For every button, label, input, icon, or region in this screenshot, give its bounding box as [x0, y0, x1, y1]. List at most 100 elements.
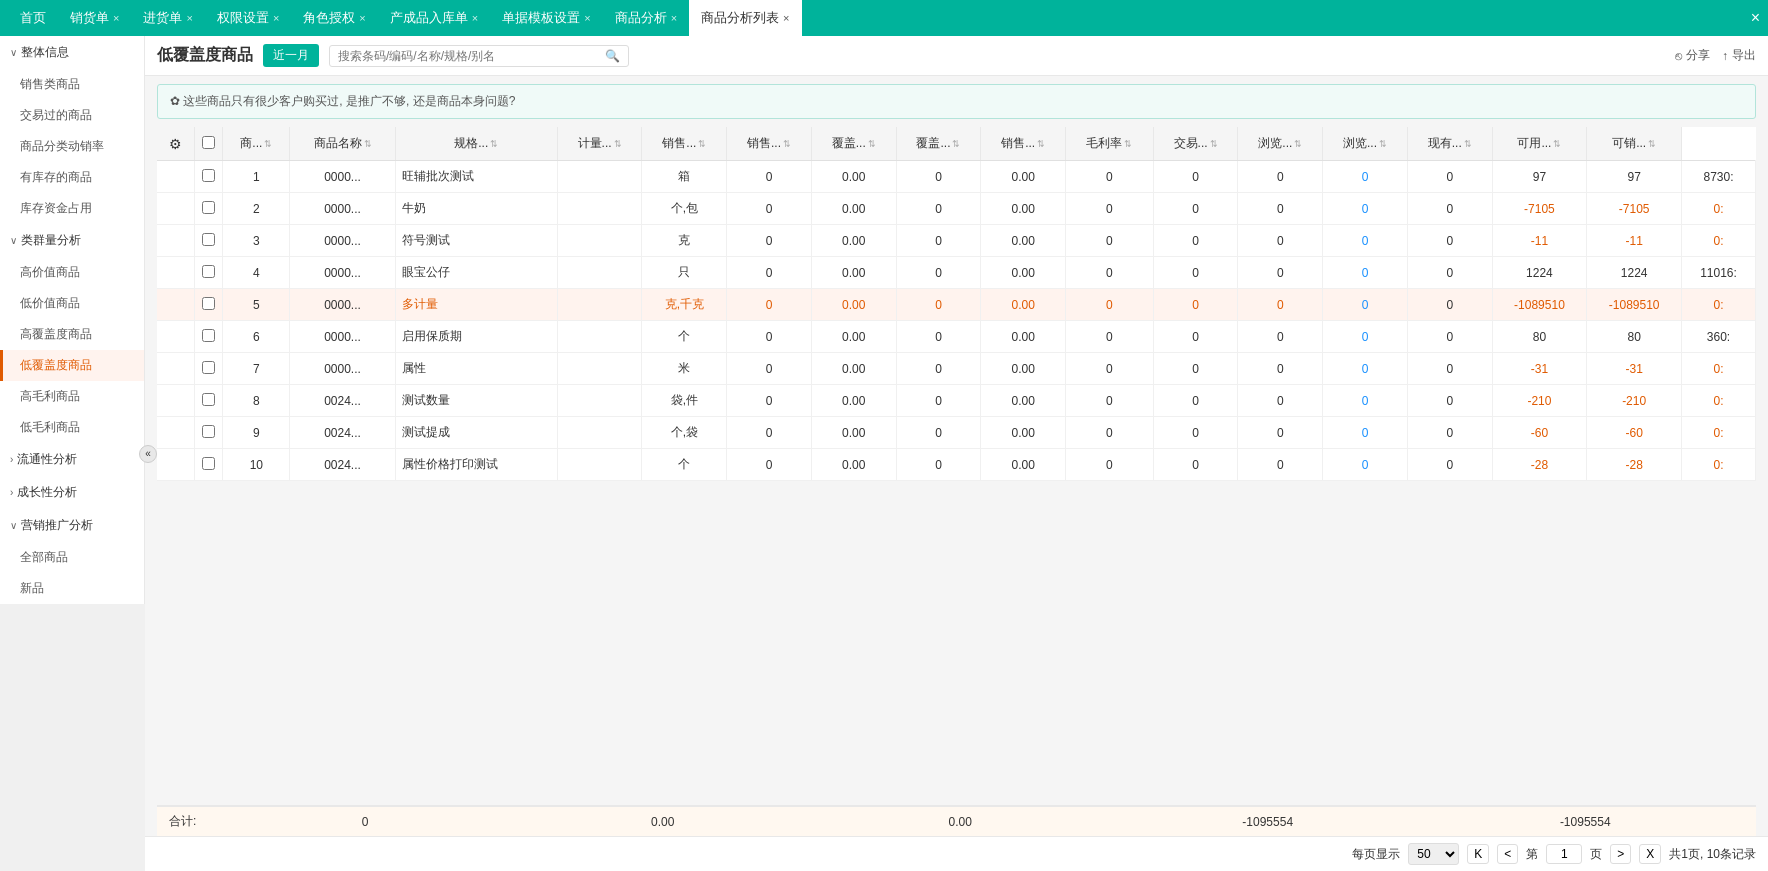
nav-item-role[interactable]: 角色授权 ×	[291, 0, 377, 36]
nav-close-production[interactable]: ×	[472, 12, 478, 24]
row-select-checkbox[interactable]	[202, 169, 215, 182]
row-view1[interactable]: 0	[1323, 321, 1408, 353]
row-view1[interactable]: 0	[1323, 449, 1408, 481]
row-select-checkbox[interactable]	[202, 361, 215, 374]
row-checkbox[interactable]	[195, 225, 223, 257]
col-sale-avail[interactable]: 可销...⇅	[1587, 127, 1682, 161]
row-name[interactable]: 启用保质期	[395, 321, 557, 353]
sidebar-collapse-button[interactable]: «	[139, 445, 157, 463]
col-spec[interactable]: 规格...⇅	[395, 127, 557, 161]
sidebar-item-new-goods[interactable]: 新品	[0, 573, 144, 604]
row-select-checkbox[interactable]	[202, 393, 215, 406]
sidebar-item-capital[interactable]: 库存资金占用	[0, 193, 144, 224]
row-checkbox[interactable]	[195, 321, 223, 353]
row-checkbox[interactable]	[195, 417, 223, 449]
row-checkbox[interactable]	[195, 353, 223, 385]
row-checkbox[interactable]	[195, 449, 223, 481]
nav-item-analysis-list[interactable]: 商品分析列表 ×	[689, 0, 801, 36]
last-page-button[interactable]: X	[1639, 844, 1661, 864]
row-name[interactable]: 属性价格打印测试	[395, 449, 557, 481]
sidebar-section-cluster[interactable]: ∨ 类群量分析	[0, 224, 144, 257]
row-view1[interactable]: 0	[1323, 289, 1408, 321]
col-unit[interactable]: 计量...⇅	[557, 127, 642, 161]
share-button[interactable]: ⎋ 分享	[1675, 47, 1710, 64]
nav-close-analysis[interactable]: ×	[671, 12, 677, 24]
prev-page-button[interactable]: <	[1497, 844, 1518, 864]
row-checkbox[interactable]	[195, 193, 223, 225]
nav-item-purchase[interactable]: 进货单 ×	[131, 0, 204, 36]
nav-close-template[interactable]: ×	[584, 12, 590, 24]
page-number-input[interactable]	[1546, 844, 1582, 864]
row-select-checkbox[interactable]	[202, 425, 215, 438]
sidebar-section-growth[interactable]: › 成长性分析	[0, 476, 144, 509]
col-cov2[interactable]: 覆盖...⇅	[896, 127, 981, 161]
nav-item-home[interactable]: 首页	[8, 0, 58, 36]
row-view1[interactable]: 0	[1323, 257, 1408, 289]
row-checkbox[interactable]	[195, 385, 223, 417]
sidebar-item-all-goods[interactable]: 全部商品	[0, 542, 144, 573]
sidebar-item-low-margin[interactable]: 低毛利商品	[0, 412, 144, 443]
nav-item-sales[interactable]: 销货单 ×	[58, 0, 131, 36]
first-page-button[interactable]: K	[1467, 844, 1489, 864]
gear-column-header[interactable]: ⚙	[157, 127, 195, 161]
nav-item-production[interactable]: 产成品入库单 ×	[378, 0, 490, 36]
row-name[interactable]: 牛奶	[395, 193, 557, 225]
nav-close-analysis-list[interactable]: ×	[783, 12, 789, 24]
nav-close-purchase[interactable]: ×	[186, 12, 192, 24]
nav-item-analysis[interactable]: 商品分析 ×	[603, 0, 689, 36]
sidebar-item-low-value[interactable]: 低价值商品	[0, 288, 144, 319]
row-name[interactable]: 旺辅批次测试	[395, 161, 557, 193]
col-view2[interactable]: 浏览...⇅	[1323, 127, 1408, 161]
col-current-qty[interactable]: 现有...⇅	[1407, 127, 1492, 161]
row-select-checkbox[interactable]	[202, 457, 215, 470]
row-select-checkbox[interactable]	[202, 233, 215, 246]
col-sales-qty[interactable]: 销售...⇅	[642, 127, 727, 161]
sidebar-item-traded-goods[interactable]: 交易过的商品	[0, 100, 144, 131]
sidebar-item-stocked[interactable]: 有库存的商品	[0, 162, 144, 193]
row-view1[interactable]: 0	[1323, 225, 1408, 257]
page-size-select[interactable]: 50 20 100	[1408, 843, 1459, 865]
col-view1[interactable]: 浏览...⇅	[1238, 127, 1323, 161]
col-gross-margin[interactable]: 毛利率⇅	[1066, 127, 1154, 161]
sidebar-item-high-coverage[interactable]: 高覆盖度商品	[0, 319, 144, 350]
col-cov1[interactable]: 覆盖...⇅	[811, 127, 896, 161]
row-name[interactable]: 眼宝公仔	[395, 257, 557, 289]
sidebar-section-marketing[interactable]: ∨ 营销推广分析	[0, 509, 144, 542]
row-view1[interactable]: 0	[1323, 417, 1408, 449]
col-sales-amt[interactable]: 销售...⇅	[727, 127, 812, 161]
sidebar-section-liquidity[interactable]: › 流通性分析	[0, 443, 144, 476]
row-select-checkbox[interactable]	[202, 201, 215, 214]
row-select-checkbox[interactable]	[202, 297, 215, 310]
nav-close-sales[interactable]: ×	[113, 12, 119, 24]
row-select-checkbox[interactable]	[202, 265, 215, 278]
select-all-checkbox[interactable]	[202, 136, 215, 149]
row-name[interactable]: 符号测试	[395, 225, 557, 257]
col-code[interactable]: 商...⇅	[223, 127, 290, 161]
col-sales-cnt[interactable]: 销售...⇅	[981, 127, 1066, 161]
nav-close-permission[interactable]: ×	[273, 12, 279, 24]
col-trade[interactable]: 交易...⇅	[1153, 127, 1238, 161]
row-select-checkbox[interactable]	[202, 329, 215, 342]
row-view1[interactable]: 0	[1323, 161, 1408, 193]
search-input[interactable]	[338, 49, 601, 63]
row-view1[interactable]: 0	[1323, 385, 1408, 417]
row-checkbox[interactable]	[195, 289, 223, 321]
row-checkbox[interactable]	[195, 161, 223, 193]
row-name[interactable]: 测试提成	[395, 417, 557, 449]
row-checkbox[interactable]	[195, 257, 223, 289]
nav-item-template[interactable]: 单据模板设置 ×	[490, 0, 602, 36]
sidebar-item-high-margin[interactable]: 高毛利商品	[0, 381, 144, 412]
col-name[interactable]: 商品名称⇅	[290, 127, 396, 161]
row-view1[interactable]: 0	[1323, 193, 1408, 225]
col-avail-qty[interactable]: 可用...⇅	[1492, 127, 1587, 161]
row-name[interactable]: 多计量	[395, 289, 557, 321]
row-name[interactable]: 测试数量	[395, 385, 557, 417]
nav-close-role[interactable]: ×	[359, 12, 365, 24]
sidebar-item-category-rate[interactable]: 商品分类动销率	[0, 131, 144, 162]
sidebar-section-overall[interactable]: ∨ 整体信息	[0, 36, 144, 69]
row-view1[interactable]: 0	[1323, 353, 1408, 385]
search-icon[interactable]: 🔍	[605, 49, 620, 63]
next-page-button[interactable]: >	[1610, 844, 1631, 864]
sidebar-item-high-value[interactable]: 高价值商品	[0, 257, 144, 288]
date-filter-button[interactable]: 近一月	[263, 44, 319, 67]
